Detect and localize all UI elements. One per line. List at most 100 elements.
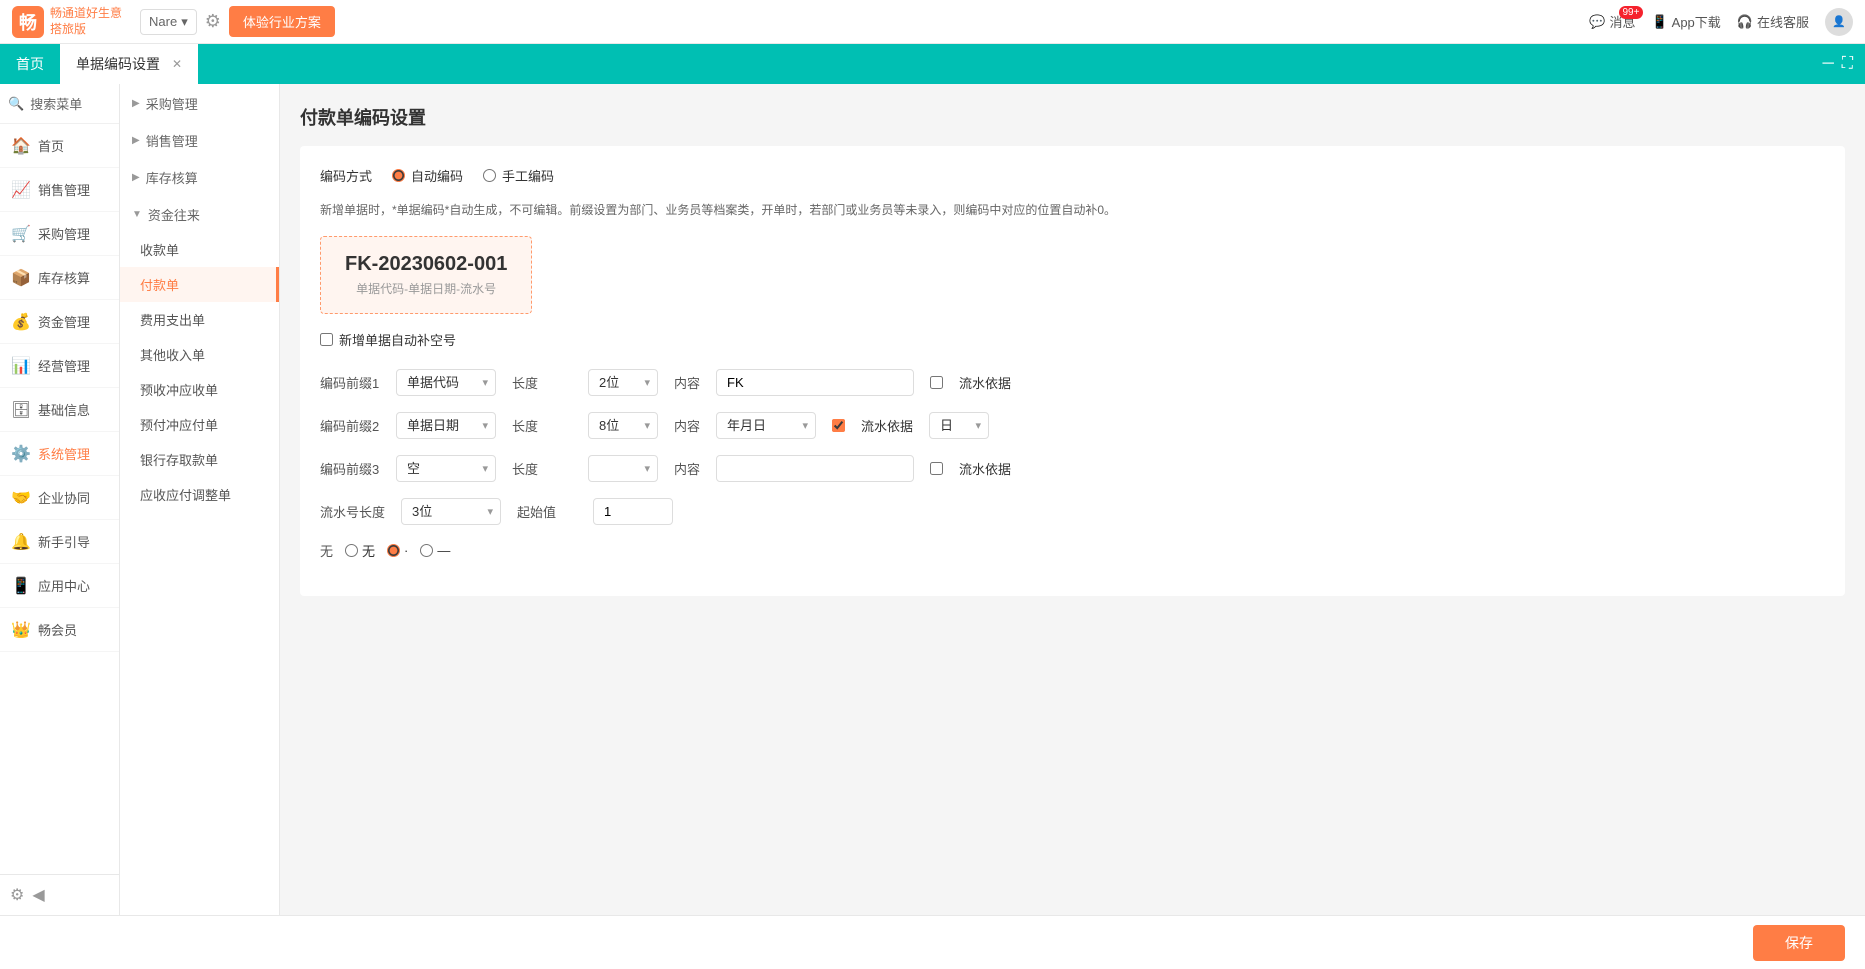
logo-icon: 畅: [12, 6, 44, 38]
auto-fill-row: 新增单据自动补空号: [320, 330, 1825, 349]
settings-icon[interactable]: ⚙: [10, 885, 24, 905]
auto-code-radio[interactable]: [392, 169, 405, 182]
sub-group-capital[interactable]: ▼ 资金往来: [120, 195, 279, 232]
collapse-icon[interactable]: ◀: [32, 885, 44, 905]
sub-group-purchase[interactable]: ▶ 采购管理: [120, 84, 279, 121]
manual-code-option[interactable]: 手工编码: [483, 166, 554, 185]
user-avatar[interactable]: 👤: [1825, 8, 1853, 36]
search-menu-button[interactable]: 🔍 搜索菜单: [0, 84, 119, 124]
tab-minimize-button[interactable]: ─: [1822, 55, 1833, 73]
separator-row: 无 无 · —: [320, 541, 1825, 560]
length2-select[interactable]: 8位: [588, 412, 658, 439]
sidebar-item-sales[interactable]: 📈 销售管理: [0, 168, 119, 212]
logo-text: 畅通道好生意 搭旅版: [50, 6, 122, 37]
logo-area: 畅 畅通道好生意 搭旅版: [12, 6, 132, 38]
sidebar-item-basic[interactable]: 🗄 基础信息: [0, 388, 119, 432]
sales-icon: 📈: [12, 181, 30, 199]
sidebar-item-system[interactable]: ⚙️ 系统管理: [0, 432, 119, 476]
length3-select-wrapper: [588, 455, 658, 482]
sep-dot-radio[interactable]: [387, 544, 400, 557]
sub-item-bank[interactable]: 银行存取款单: [120, 442, 279, 477]
tab-maximize-button[interactable]: ⛶: [1842, 55, 1853, 73]
sep-none-option[interactable]: 无: [345, 541, 375, 560]
serial-row: 流水号长度 3位 4位 5位 起始值: [320, 498, 1825, 525]
sidebar-item-finance[interactable]: 💰 资金管理: [0, 300, 119, 344]
manual-code-label: 手工编码: [502, 166, 554, 185]
serial2-checkbox[interactable]: [832, 419, 845, 432]
start-value-input[interactable]: [593, 498, 673, 525]
length1-select[interactable]: 2位: [588, 369, 658, 396]
sidebar-item-member[interactable]: 👑 畅会员: [0, 608, 119, 652]
content3-input[interactable]: [716, 455, 914, 482]
message-badge: 99+: [1619, 6, 1644, 19]
length3-select[interactable]: [588, 455, 658, 482]
sidebar-item-partner[interactable]: 🤝 企业协同: [0, 476, 119, 520]
save-button[interactable]: 保存: [1753, 925, 1845, 961]
content1-input[interactable]: [716, 369, 914, 396]
sub-item-other-income[interactable]: 其他收入单: [120, 337, 279, 372]
tab-invoice-coding[interactable]: 单据编码设置 ✕: [60, 44, 198, 84]
sidebar-item-home[interactable]: 🏠 首页: [0, 124, 119, 168]
auto-code-option[interactable]: 自动编码: [392, 166, 463, 185]
sub-item-expense[interactable]: 费用支出单: [120, 302, 279, 337]
close-icon[interactable]: ✕: [172, 57, 182, 71]
sep-dash-option[interactable]: —: [420, 543, 450, 558]
prefix2-select-wrapper: 单据日期: [396, 412, 496, 439]
newguide-icon: 🔔: [12, 533, 30, 551]
sep-dash-radio[interactable]: [420, 544, 433, 557]
bottom-bar: 保存: [0, 915, 1865, 969]
sub-item-prepay-receivable[interactable]: 预收冲应收单: [120, 372, 279, 407]
company-selector[interactable]: Nare ▾: [140, 9, 197, 35]
top-right-actions: 💬 消息 99+ 📱 App下载 🎧 在线客服 👤: [1589, 8, 1853, 36]
sidebar-item-operations[interactable]: 📊 经营管理: [0, 344, 119, 388]
prefix2-row: 编码前缀2 单据日期 长度 8位 内容 年月日: [320, 412, 1825, 439]
length1-label: 长度: [512, 373, 572, 392]
online-service-button[interactable]: 🎧 在线客服: [1737, 12, 1809, 31]
sep-none-radio[interactable]: [345, 544, 358, 557]
prefix2-select[interactable]: 单据日期: [396, 412, 496, 439]
serial1-checkbox[interactable]: [930, 376, 943, 389]
date-unit-select[interactable]: 日 月 年: [929, 412, 989, 439]
tab-invoice-coding-label: 单据编码设置: [76, 54, 160, 74]
search-icon: 🔍: [8, 96, 24, 112]
tab-home-label: 首页: [16, 54, 44, 74]
sidebar-item-inventory[interactable]: 📦 库存核算: [0, 256, 119, 300]
auto-fill-checkbox[interactable]: [320, 333, 333, 346]
arrow-right-icon: ▶: [132, 135, 140, 146]
sidebar-item-purchase[interactable]: 🛒 采购管理: [0, 212, 119, 256]
sub-group-inventory[interactable]: ▶ 库存核算: [120, 158, 279, 195]
code-preview: FK-20230602-001 单据代码-单据日期-流水号: [320, 236, 532, 314]
prefix2-label: 编码前缀2: [320, 416, 380, 435]
serial3-checkbox[interactable]: [930, 462, 943, 475]
serial3-label: 流水依据: [959, 459, 1011, 478]
coding-method-group: 编码方式 自动编码 手工编码: [320, 166, 1825, 185]
inventory-icon: 📦: [12, 269, 30, 287]
sub-item-receipt[interactable]: 收款单: [120, 232, 279, 267]
length3-label: 长度: [512, 459, 572, 478]
gear-icon[interactable]: ⚙: [205, 11, 221, 32]
manual-code-radio[interactable]: [483, 169, 496, 182]
app-download-button[interactable]: 📱 App下载: [1651, 12, 1720, 31]
top-bar: 畅 畅通道好生意 搭旅版 Nare ▾ ⚙ 体验行业方案 💬 消息 99+ 📱 …: [0, 0, 1865, 44]
sep-dot-option[interactable]: ·: [387, 543, 408, 558]
sidebar-item-newguide[interactable]: 🔔 新手引导: [0, 520, 119, 564]
content2-select[interactable]: 年月日: [716, 412, 816, 439]
message-button[interactable]: 💬 消息 99+: [1589, 12, 1635, 31]
serial2-label: 流水依据: [861, 416, 913, 435]
phone-icon: 📱: [1651, 14, 1667, 30]
prefix3-select[interactable]: 空: [396, 455, 496, 482]
tab-home[interactable]: 首页: [0, 44, 60, 84]
basic-icon: 🗄: [12, 401, 30, 419]
serial-length-label: 流水号长度: [320, 502, 385, 521]
sub-item-adjustment[interactable]: 应收应付调整单: [120, 477, 279, 512]
sub-group-sales[interactable]: ▶ 销售管理: [120, 121, 279, 158]
serial-length-select[interactable]: 3位 4位 5位: [401, 498, 501, 525]
prefix1-select[interactable]: 单据代码: [396, 369, 496, 396]
start-value-label: 起始值: [517, 502, 577, 521]
sub-item-payment[interactable]: 付款单: [120, 267, 279, 302]
industry-solution-button[interactable]: 体验行业方案: [229, 6, 335, 37]
sidebar-item-appcenter[interactable]: 📱 应用中心: [0, 564, 119, 608]
appcenter-icon: 📱: [12, 577, 30, 595]
sub-item-prepay-payable[interactable]: 预付冲应付单: [120, 407, 279, 442]
arrow-right-icon: ▶: [132, 98, 140, 109]
